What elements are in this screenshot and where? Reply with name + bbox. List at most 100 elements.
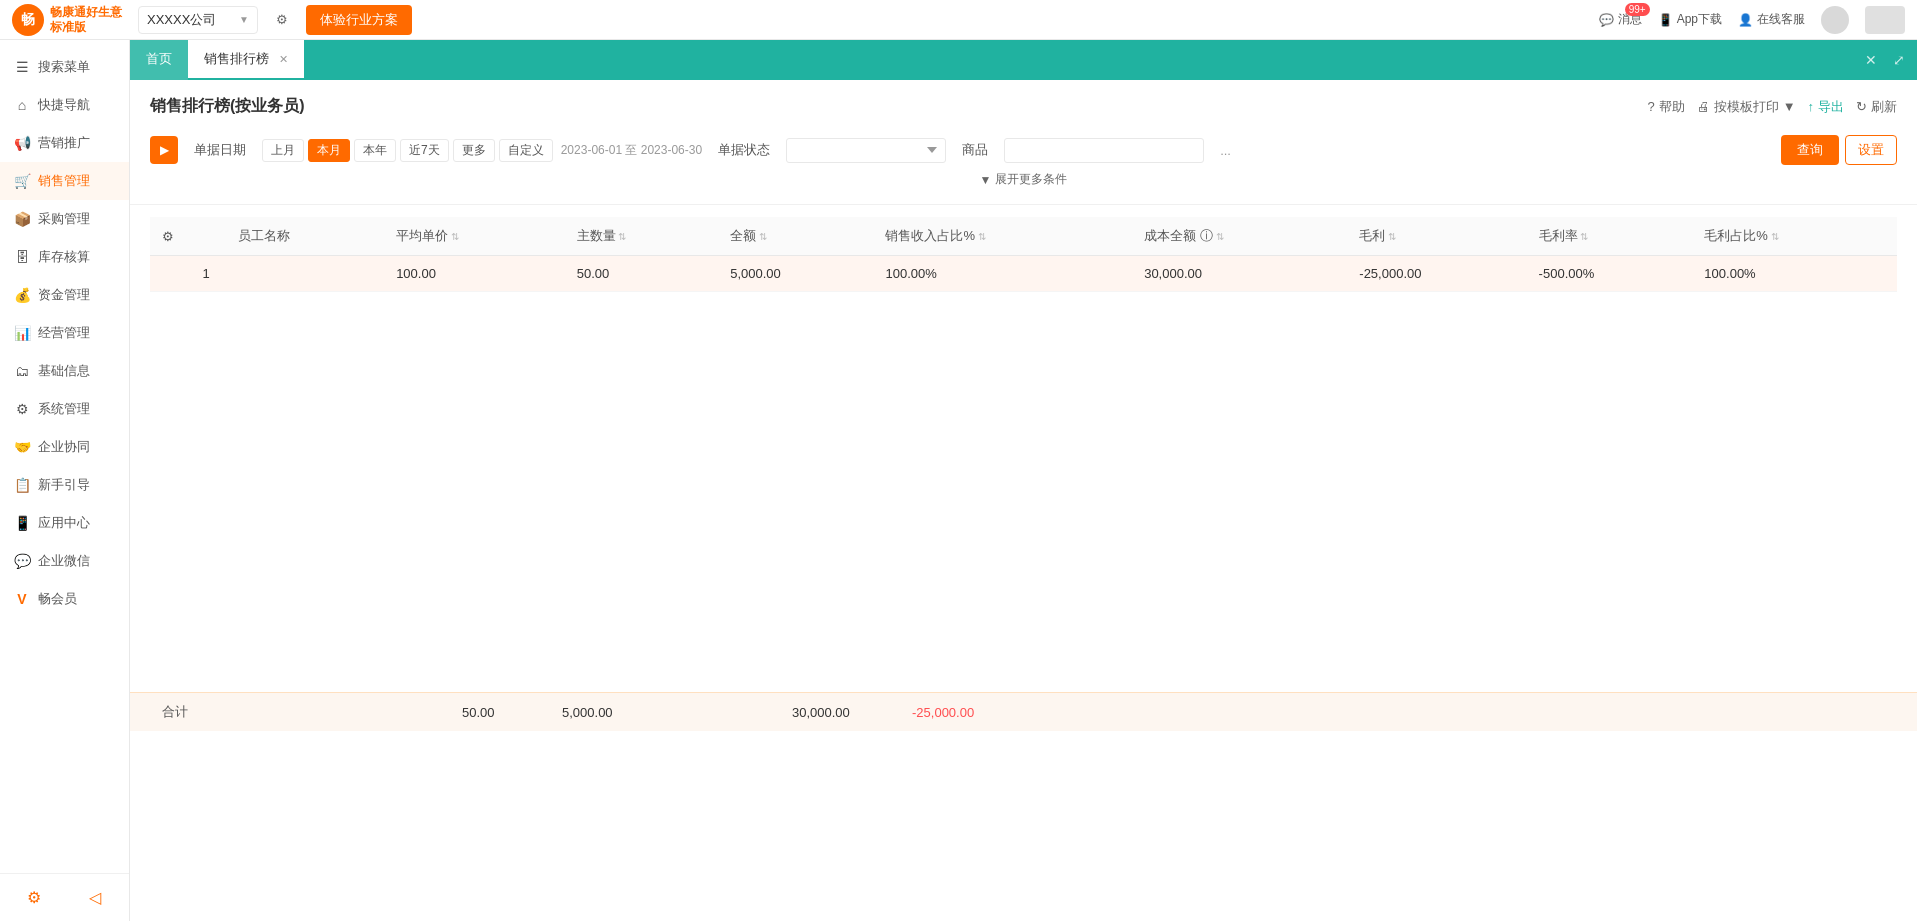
expand-more-conditions[interactable]: ▼ 展开更多条件 bbox=[150, 165, 1897, 194]
sidebar-item-app-center[interactable]: 📱 应用中心 bbox=[0, 504, 129, 542]
status-select[interactable] bbox=[786, 138, 946, 163]
sidebar-item-label: 新手引导 bbox=[38, 476, 90, 494]
date-btn-this-month[interactable]: 本月 bbox=[308, 139, 350, 162]
avatar[interactable] bbox=[1821, 6, 1849, 34]
goods-input[interactable] bbox=[1004, 138, 1204, 163]
guide-icon: 📋 bbox=[14, 477, 30, 493]
col-gross-profit[interactable]: 毛利 bbox=[1347, 217, 1526, 256]
footer-cost-total: 30,000.00 bbox=[792, 705, 912, 720]
col-cost-total[interactable]: 成本全额 ⓘ bbox=[1132, 217, 1347, 256]
search-orders-icon: ☰ bbox=[14, 59, 30, 75]
date-filter-label: 单据日期 bbox=[194, 141, 246, 159]
date-btn-custom[interactable]: 自定义 bbox=[499, 139, 553, 162]
sidebar-item-basic-info[interactable]: 🗂 基础信息 bbox=[0, 352, 129, 390]
col-gross-rate[interactable]: 毛利率 bbox=[1527, 217, 1693, 256]
date-btn-this-year[interactable]: 本年 bbox=[354, 139, 396, 162]
col-settings[interactable]: ⚙ bbox=[150, 217, 186, 256]
sidebar-item-wechat[interactable]: 💬 企业微信 bbox=[0, 542, 129, 580]
page-actions: ? 帮助 🖨 按模板打印 ▼ ↑ 导出 ↻ bbox=[1647, 98, 1897, 116]
tab-right-actions: ✕ ⤢ bbox=[1861, 40, 1917, 80]
sidebar-item-purchase[interactable]: 📦 采购管理 bbox=[0, 200, 129, 238]
sidebar-item-label: 企业协同 bbox=[38, 438, 90, 456]
online-service-button[interactable]: 👤 在线客服 bbox=[1738, 11, 1805, 28]
tab-sales-ranking-label: 销售排行榜 bbox=[204, 50, 269, 68]
sidebar-item-inventory[interactable]: 🗄 库存核算 bbox=[0, 238, 129, 276]
refresh-button[interactable]: ↻ 刷新 bbox=[1856, 98, 1897, 116]
app-download-button[interactable]: 📱 App下载 bbox=[1658, 11, 1722, 28]
row-cost-total: 30,000.00 bbox=[1132, 256, 1347, 292]
filter-expand-arrow[interactable]: ▶ bbox=[150, 136, 178, 164]
sidebar-collapse-button[interactable]: ◁ bbox=[69, 882, 122, 913]
row-total-amount: 5,000.00 bbox=[718, 256, 873, 292]
logo-text: 畅康通好生意 标准版 bbox=[50, 5, 122, 34]
sidebar-item-sales[interactable]: 🛒 销售管理 bbox=[0, 162, 129, 200]
logo-icon: 畅 bbox=[12, 4, 44, 36]
sidebar-item-label: 营销推广 bbox=[38, 134, 90, 152]
sidebar-item-quick-nav[interactable]: ⌂ 快捷导航 bbox=[0, 86, 129, 124]
inventory-icon: 🗄 bbox=[14, 249, 30, 265]
sidebar-item-member[interactable]: V 畅会员 bbox=[0, 580, 129, 618]
col-sales-pct[interactable]: 销售收入占比% bbox=[873, 217, 1132, 256]
table-row: 1 100.00 50.00 5,000.00 100.00% 30,000.0… bbox=[150, 256, 1897, 292]
sidebar-item-label: 快捷导航 bbox=[38, 96, 90, 114]
sidebar-item-marketing[interactable]: 📢 营销推广 bbox=[0, 124, 129, 162]
print-chevron-icon: ▼ bbox=[1783, 99, 1796, 114]
sidebar-item-guide[interactable]: 📋 新手引导 bbox=[0, 466, 129, 504]
company-selector[interactable]: XXXXX公司 ▼ bbox=[138, 6, 258, 34]
tab-home[interactable]: 首页 bbox=[130, 40, 188, 80]
sidebar-item-system[interactable]: ⚙ 系统管理 bbox=[0, 390, 129, 428]
col-avg-price[interactable]: 平均单价 bbox=[384, 217, 565, 256]
date-range-display: 2023-06-01 至 2023-06-30 bbox=[561, 142, 702, 159]
table-footer: 合计 50.00 5,000.00 30,000.00 -25,000.00 bbox=[130, 692, 1917, 731]
sidebar-item-label: 基础信息 bbox=[38, 362, 90, 380]
settings-button[interactable]: 设置 bbox=[1845, 135, 1897, 165]
avatar-text[interactable] bbox=[1865, 6, 1905, 34]
export-button[interactable]: ↑ 导出 bbox=[1808, 98, 1845, 116]
sidebar-item-enterprise[interactable]: 🤝 企业协同 bbox=[0, 428, 129, 466]
tab-expand-button[interactable]: ⤢ bbox=[1889, 48, 1909, 72]
content-area: 首页 销售排行榜 ✕ ✕ ⤢ 销售排行榜(按业务员) bbox=[130, 40, 1917, 921]
system-icon: ⚙ bbox=[14, 401, 30, 417]
date-btn-7days[interactable]: 近7天 bbox=[400, 139, 449, 162]
tab-home-label: 首页 bbox=[146, 50, 172, 68]
row-gross-pct: 100.00% bbox=[1692, 256, 1897, 292]
date-btn-last-month[interactable]: 上月 bbox=[262, 139, 304, 162]
help-button[interactable]: ? 帮助 bbox=[1647, 98, 1684, 116]
filter-row: ▶ 单据日期 上月 本月 本年 近7天 更多 自定义 2023-06-01 至 … bbox=[150, 135, 1897, 165]
footer-total-label: 合计 bbox=[162, 703, 382, 721]
more-options-icon[interactable]: ... bbox=[1220, 143, 1231, 158]
wechat-icon: 💬 bbox=[14, 553, 30, 569]
tab-close-button[interactable]: ✕ bbox=[1861, 48, 1881, 72]
basic-info-icon: 🗂 bbox=[14, 363, 30, 379]
filter-arrow-icon: ▶ bbox=[160, 143, 169, 157]
tab-close-icon[interactable]: ✕ bbox=[279, 53, 288, 66]
query-button[interactable]: 查询 bbox=[1781, 135, 1839, 165]
top-bar: 畅 畅康通好生意 标准版 XXXXX公司 ▼ ⚙ 体验行业方案 💬 消息 99+… bbox=[0, 0, 1917, 40]
sidebar-item-label: 采购管理 bbox=[38, 210, 90, 228]
marketing-icon: 📢 bbox=[14, 135, 30, 151]
col-main-qty[interactable]: 主数量 bbox=[565, 217, 719, 256]
col-total-amount[interactable]: 全额 bbox=[718, 217, 873, 256]
try-industry-button[interactable]: 体验行业方案 bbox=[306, 5, 412, 35]
row-gross-rate: -500.00% bbox=[1527, 256, 1693, 292]
purchase-icon: 📦 bbox=[14, 211, 30, 227]
print-button[interactable]: 🖨 按模板打印 ▼ bbox=[1697, 98, 1796, 116]
print-icon: 🖨 bbox=[1697, 99, 1710, 114]
enterprise-icon: 🤝 bbox=[14, 439, 30, 455]
date-btn-more[interactable]: 更多 bbox=[453, 139, 495, 162]
company-arrow-icon: ▼ bbox=[239, 14, 249, 25]
footer-main-qty: 50.00 bbox=[462, 705, 562, 720]
sidebar-item-search-orders[interactable]: ☰ 搜索菜单 bbox=[0, 48, 129, 86]
sidebar-item-finance[interactable]: 💰 资金管理 bbox=[0, 276, 129, 314]
message-button[interactable]: 💬 消息 99+ bbox=[1599, 11, 1642, 28]
app-download-icon: 📱 bbox=[1658, 13, 1673, 27]
sidebar-settings-button[interactable]: ⚙ bbox=[8, 882, 61, 913]
sidebar-item-operation[interactable]: 📊 经营管理 bbox=[0, 314, 129, 352]
col-gross-pct[interactable]: 毛利占比% bbox=[1692, 217, 1897, 256]
sidebar-item-label: 经营管理 bbox=[38, 324, 90, 342]
row-sales-pct: 100.00% bbox=[873, 256, 1132, 292]
tab-bar: 首页 销售排行榜 ✕ ✕ ⤢ bbox=[130, 40, 1917, 80]
sidebar-bottom: ⚙ ◁ bbox=[0, 873, 129, 921]
tab-sales-ranking[interactable]: 销售排行榜 ✕ bbox=[188, 40, 304, 80]
company-settings-icon[interactable]: ⚙ bbox=[266, 4, 298, 36]
